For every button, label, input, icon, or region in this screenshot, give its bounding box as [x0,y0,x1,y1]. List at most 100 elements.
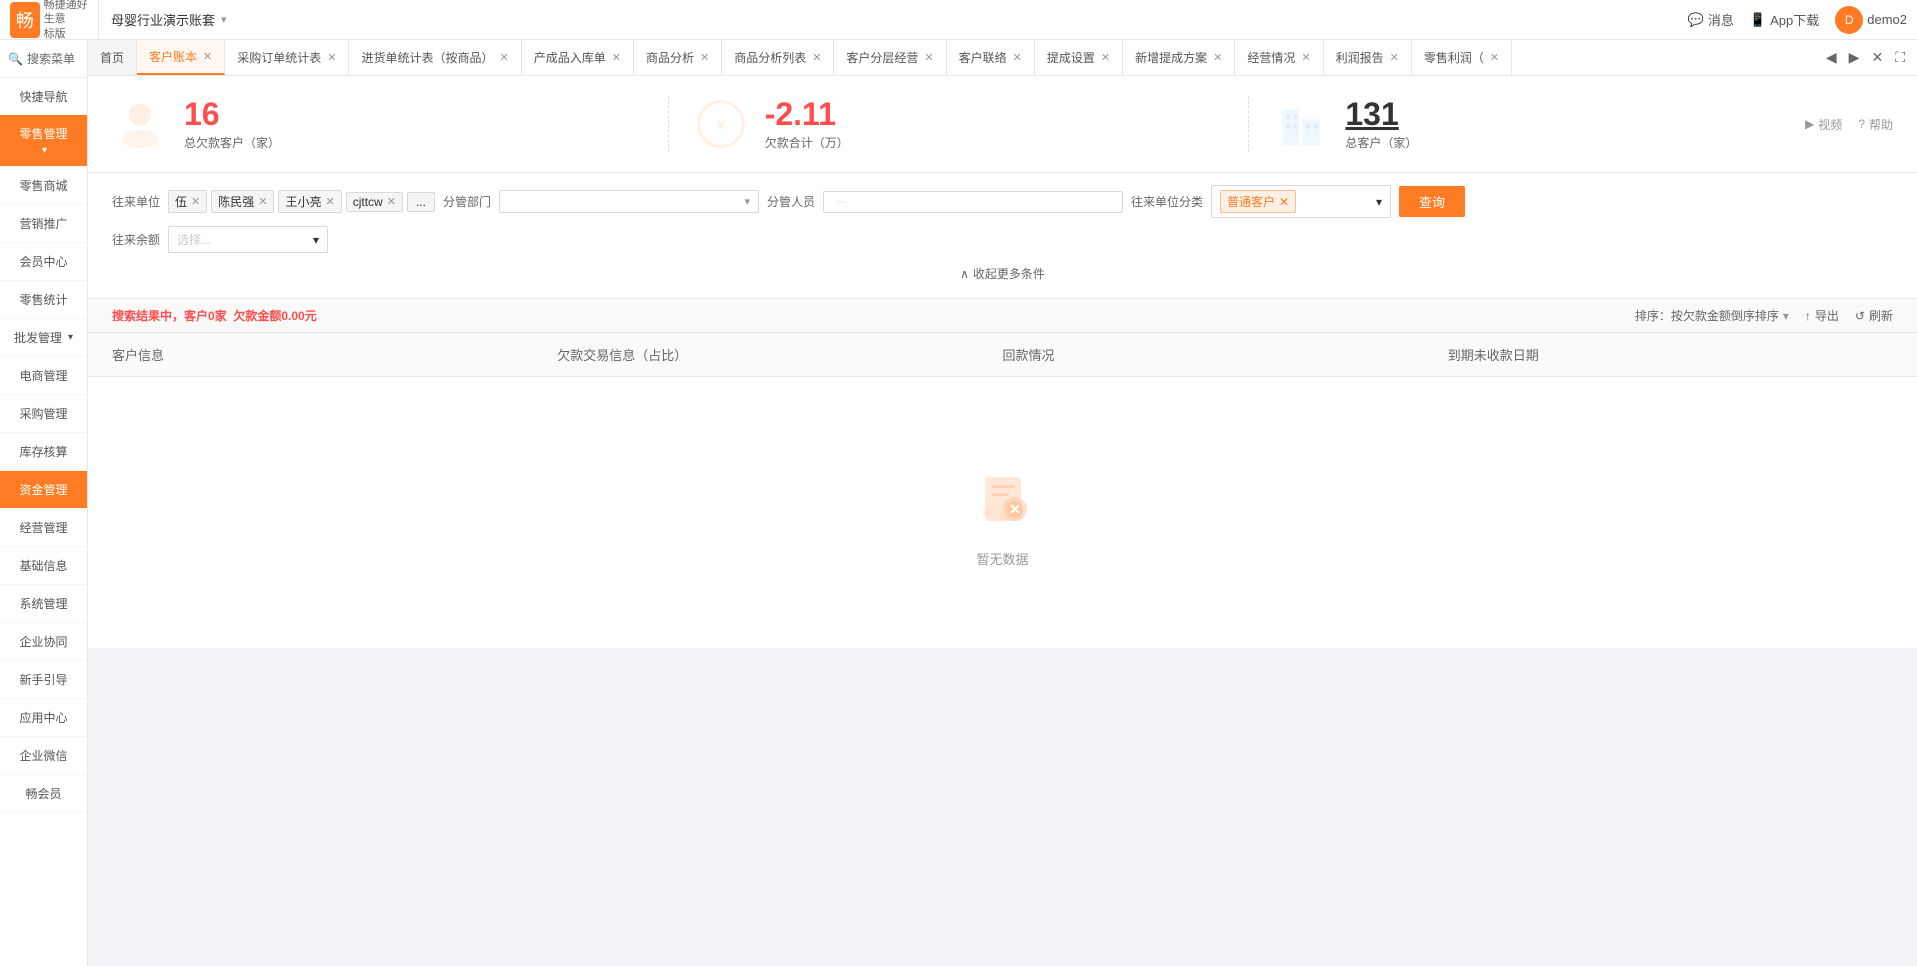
workspace-selector[interactable]: 母婴行业演示账套 ▾ [98,0,239,39]
sidebar-item-basic-info[interactable]: 基础信息 [0,547,87,585]
tab-close-icon[interactable]: ✕ [812,51,821,64]
tab-customer-contact[interactable]: 客户联络 ✕ [947,40,1035,75]
tab-home-label: 首页 [100,49,124,66]
tag-close-icon[interactable]: ✕ [326,195,335,208]
filter-unit-label: 往来单位 [112,193,160,210]
sidebar-item-collab[interactable]: 企业协同 [0,623,87,661]
tab-next-button[interactable]: ▶ [1845,47,1864,68]
tab-customer-book[interactable]: 客户账本 ✕ [137,40,225,75]
filter-dept-select[interactable]: ▾ [499,190,759,213]
tab-customer-tier[interactable]: 客户分层经营 ✕ [834,40,946,75]
sidebar-item-wholesale[interactable]: 批发管理 ▾ [0,319,87,357]
tab-close-icon[interactable]: ✕ [1213,51,1222,64]
tab-close-icon[interactable]: ✕ [1390,51,1399,64]
tab-finished-goods[interactable]: 产成品入库单 ✕ [522,40,634,75]
tab-close-icon[interactable]: ✕ [203,50,212,63]
stat-total-values: 131 总客户（家） [1345,98,1417,151]
tab-goods-analysis[interactable]: 商品分析 ✕ [634,40,722,75]
user-profile[interactable]: D demo2 [1835,6,1907,34]
filter-more-button[interactable]: ... [407,192,435,212]
results-actions: 排序：按欠款金额倒序排序 ▾ ↑ 导出 ↺ 刷新 [1635,307,1893,324]
fast-nav-button[interactable]: 快捷导航 [0,78,87,115]
tag-close-icon[interactable]: ✕ [258,195,267,208]
tab-close-icon[interactable]: ✕ [1301,51,1310,64]
sort-selector[interactable]: 排序：按欠款金额倒序排序 ▾ [1635,307,1789,324]
sidebar-item-label: 基础信息 [19,557,67,574]
search-menu-label: 搜索菜单 [27,50,75,67]
tab-close-icon[interactable]: ✕ [500,51,509,64]
tab-add-commission[interactable]: 新增提成方案 ✕ [1123,40,1235,75]
refresh-button[interactable]: ↺ 刷新 [1855,307,1893,324]
stat-overdue-icon: ¥ [693,96,749,152]
sidebar-item-marketing[interactable]: 营销推广 [0,205,87,243]
query-button[interactable]: 查询 [1399,186,1465,217]
sidebar-item-label: 零售商城 [19,177,67,194]
svg-text:¥: ¥ [716,117,726,134]
selected-tag-close-icon[interactable]: ✕ [1279,195,1289,209]
sidebar-item-purchase[interactable]: 采购管理 [0,395,87,433]
sidebar-item-wechat[interactable]: 企业微信 [0,737,87,775]
tab-profit-report[interactable]: 利润报告 ✕ [1324,40,1412,75]
collapse-button[interactable]: ∧ 收起更多条件 [960,261,1045,286]
tab-label: 零售利润（ [1424,49,1484,66]
sidebar-item-vip[interactable]: 畅会员 [0,775,87,813]
app-download-button[interactable]: 📱 App下载 [1750,10,1819,29]
tag-close-icon[interactable]: ✕ [191,195,200,208]
tab-close-icon[interactable]: ✕ [327,51,336,64]
search-menu-button[interactable]: 🔍 搜索菜单 [0,40,87,78]
chevron-down-icon: ▾ [1376,195,1382,209]
sidebar-item-label: 批发管理 [14,329,62,346]
sidebar-item-member-center[interactable]: 会员中心 [0,243,87,281]
filter-unit-type-select[interactable]: 普通客户 ✕ ▾ [1211,185,1391,218]
sort-arrow-icon: ▾ [1783,309,1789,323]
total-customers-number: 131 [1345,98,1417,130]
tab-purchase-goods[interactable]: 进货单统计表（按商品） ✕ [349,40,521,75]
tab-close-icon[interactable]: ✕ [1013,51,1022,64]
tab-close-icon[interactable]: ✕ [924,51,933,64]
sidebar-item-operations[interactable]: 经营管理 [0,509,87,547]
tab-close-all-button[interactable]: ✕ [1867,47,1887,68]
sidebar-item-retail-mall[interactable]: 零售商城 [0,167,87,205]
tab-expand-button[interactable]: ⛶ [1891,47,1909,68]
tab-home[interactable]: 首页 [88,40,137,75]
tab-goods-analysis-list[interactable]: 商品分析列表 ✕ [722,40,834,75]
tab-commission-settings[interactable]: 提成设置 ✕ [1035,40,1123,75]
message-button[interactable]: 💬 消息 [1688,10,1734,29]
col-repayment-header: 回款情况 [1003,345,1448,364]
app-download-label: App下载 [1770,10,1819,29]
sidebar-item-system[interactable]: 系统管理 [0,585,87,623]
sidebar-item-finance[interactable]: 资金管理 [0,471,87,509]
tab-business-status[interactable]: 经营情况 ✕ [1235,40,1323,75]
filter-unit-tags: 伍 ✕ 陈民强 ✕ 王小亮 ✕ [168,190,435,213]
overdue-value: 0.00元 [281,309,316,323]
help-label: 帮助 [1869,116,1893,133]
export-button[interactable]: ↑ 导出 [1805,307,1839,324]
filter-person-select[interactable]: ··· [823,191,1123,213]
sidebar-item-retail-management[interactable]: 零售管理 ▾ [0,115,87,167]
tab-purchase-order[interactable]: 采购订单统计表 ✕ [225,40,349,75]
filter-person-more-icon: ··· [836,196,847,208]
sidebar-item-inventory[interactable]: 库存核算 [0,433,87,471]
tag-close-icon[interactable]: ✕ [387,195,396,208]
tab-label: 客户分层经营 [846,49,918,66]
tab-close-icon[interactable]: ✕ [612,51,621,64]
video-help-button[interactable]: ▶ 视频 [1805,116,1842,133]
tab-close-icon[interactable]: ✕ [1101,51,1110,64]
tab-close-icon[interactable]: ✕ [1490,51,1499,64]
sidebar-item-app-center[interactable]: 应用中心 [0,699,87,737]
tab-retail-profit[interactable]: 零售利润（ ✕ [1412,40,1512,75]
filter-area: 往来单位 伍 ✕ 陈民强 ✕ 王小亮 [88,173,1917,299]
filter-remainder-select[interactable]: 选择... ▾ [168,226,328,253]
tab-close-icon[interactable]: ✕ [700,51,709,64]
chevron-down-icon: ▾ [42,145,47,156]
stat-customers-values: 16 总欠款客户（家） [184,98,280,151]
sidebar-item-newbie[interactable]: 新手引导 [0,661,87,699]
workspace-arrow-icon: ▾ [221,13,227,26]
tab-prev-button[interactable]: ◀ [1822,47,1841,68]
sidebar-item-ecommerce[interactable]: 电商管理 [0,357,87,395]
tab-label: 新增提成方案 [1135,49,1207,66]
help-button[interactable]: ? 帮助 [1858,116,1893,133]
tag-text: cjttcw [353,195,383,209]
sidebar-item-retail-stats[interactable]: 零售统计 [0,281,87,319]
overdue-amount-number: -2.11 [765,98,849,130]
